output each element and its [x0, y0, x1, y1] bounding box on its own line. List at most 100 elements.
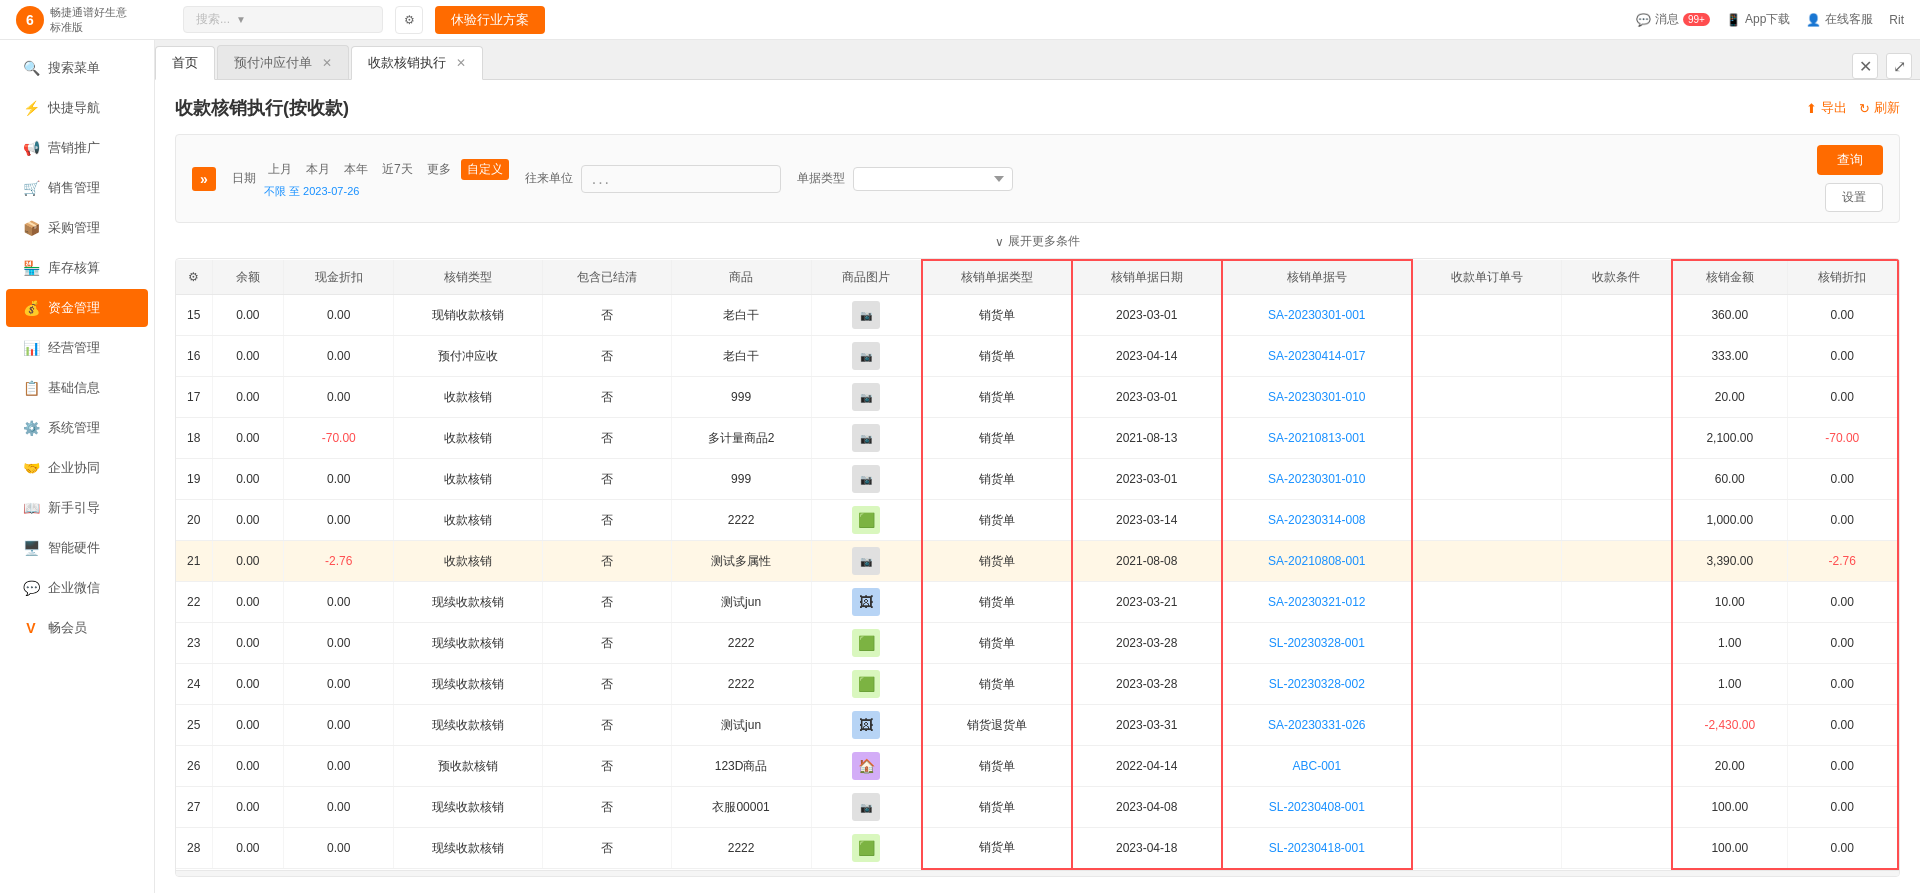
counterparty-input[interactable]: ... [581, 165, 781, 193]
sidebar-item-enterprise[interactable]: 🤝 企业协同 [6, 449, 148, 487]
sidebar-item-business[interactable]: 📊 经营管理 [6, 329, 148, 367]
tab-prepay[interactable]: 预付冲应付单 ✕ [217, 45, 349, 79]
bill-type-filter-group: 单据类型 [797, 167, 1013, 191]
setting-button[interactable]: 设置 [1825, 183, 1883, 212]
cell-cash-discount: 0.00 [284, 377, 394, 418]
top-bar: 6 畅捷通谱好生意 标准版 搜索... ▼ ⚙ 休验行业方案 💬 消息 99+ … [0, 0, 1920, 40]
table-row: 15 0.00 0.00 现销收款核销 否 老白干 📷 销货单 2023-03-… [176, 295, 1898, 336]
tab-close-all-btn[interactable]: ✕ [1852, 53, 1878, 79]
col-header-gear[interactable]: ⚙ [176, 260, 212, 295]
bill-type-select[interactable] [853, 167, 1013, 191]
cell-goods-img: 🖼 [811, 705, 922, 746]
online-service-btn[interactable]: 👤 在线客服 [1806, 11, 1873, 28]
page-content: 收款核销执行(按收款) ⬆ 导出 ↻ 刷新 » 日期 [155, 80, 1920, 893]
app-download-btn[interactable]: 📱 App下载 [1726, 11, 1790, 28]
cell-bill-date: 2023-04-14 [1072, 336, 1222, 377]
filter-expand-btn[interactable]: » [192, 167, 216, 191]
tab-home[interactable]: 首页 [155, 46, 215, 80]
tab-expand-btn[interactable]: ⤢ [1886, 53, 1912, 79]
sidebar-item-sales[interactable]: 🛒 销售管理 [6, 169, 148, 207]
sidebar-item-hardware[interactable]: 🖥️ 智能硬件 [6, 529, 148, 567]
cell-bill-report-type: 销货单 [922, 459, 1072, 500]
sidebar-item-member[interactable]: V 畅会员 [6, 609, 148, 647]
sidebar-item-search[interactable]: 🔍 搜索菜单 [6, 49, 148, 87]
cell-receipt-cond [1561, 705, 1672, 746]
cell-cash-discount: 0.00 [284, 828, 394, 869]
bill-no-link[interactable]: SA-20230414-017 [1268, 349, 1365, 363]
message-btn[interactable]: 💬 消息 99+ [1636, 11, 1710, 28]
settings-gear-btn[interactable]: ⚙ [395, 6, 423, 34]
cell-cancel-discount: 0.00 [1787, 664, 1898, 705]
cell-bill-date: 2023-03-01 [1072, 459, 1222, 500]
sidebar-item-inventory[interactable]: 🏪 库存核算 [6, 249, 148, 287]
more-btn[interactable]: 更多 [423, 159, 455, 180]
sidebar-item-label: 搜索菜单 [48, 59, 100, 77]
expand-more-conditions[interactable]: ∨ 展开更多条件 [175, 233, 1900, 250]
sidebar-item-purchase[interactable]: 📦 采购管理 [6, 209, 148, 247]
custom-date-btn[interactable]: 自定义 [461, 159, 509, 180]
cell-receipt-order [1412, 828, 1561, 869]
sidebar-item-basic[interactable]: 📋 基础信息 [6, 369, 148, 407]
bill-no-link[interactable]: SA-20230301-010 [1268, 472, 1365, 486]
bill-no-link[interactable]: SA-20230314-008 [1268, 513, 1365, 527]
this-month-btn[interactable]: 本月 [302, 159, 334, 180]
bill-no-link[interactable]: SA-20230301-010 [1268, 390, 1365, 404]
bill-no-link[interactable]: SA-20230301-001 [1268, 308, 1365, 322]
export-button[interactable]: ⬆ 导出 [1806, 99, 1847, 117]
table-row: 20 0.00 0.00 收款核销 否 2222 🟩 销货单 2023-03-1… [176, 500, 1898, 541]
cell-include-settled: 否 [542, 377, 671, 418]
bill-no-link[interactable]: SA-20230331-026 [1268, 718, 1365, 732]
business-icon: 📊 [22, 339, 40, 357]
cell-goods-img: 📷 [811, 377, 922, 418]
cell-bill-report-type: 销货单 [922, 787, 1072, 828]
basic-icon: 📋 [22, 379, 40, 397]
last7-btn[interactable]: 近7天 [378, 159, 417, 180]
cell-cash-discount: 0.00 [284, 295, 394, 336]
bill-no-link[interactable]: ABC-001 [1292, 759, 1341, 773]
table-row: 26 0.00 0.00 预收款核销 否 123D商品 🏠 销货单 2022-0… [176, 746, 1898, 787]
cell-cancel-type: 预付冲应收 [394, 336, 542, 377]
last-month-btn[interactable]: 上月 [264, 159, 296, 180]
date-options: 上月 本月 本年 近7天 更多 自定义 [264, 159, 509, 180]
bill-no-link[interactable]: SA-20230321-012 [1268, 595, 1365, 609]
cell-receipt-cond [1561, 746, 1672, 787]
cell-goods: 2222 [671, 664, 811, 705]
sidebar-item-guide[interactable]: 📖 新手引导 [6, 489, 148, 527]
cell-bill-date: 2023-03-01 [1072, 377, 1222, 418]
refresh-button[interactable]: ↻ 刷新 [1859, 99, 1900, 117]
sidebar-item-marketing[interactable]: 📢 营销推广 [6, 129, 148, 167]
query-button[interactable]: 查询 [1817, 145, 1883, 175]
cell-cancel-type: 现续收款核销 [394, 582, 542, 623]
sidebar-item-finance[interactable]: 💰 资金管理 [6, 289, 148, 327]
sidebar-item-quicknav[interactable]: ⚡ 快捷导航 [6, 89, 148, 127]
cell-bill-report-type: 销货单 [922, 295, 1072, 336]
bill-no-link[interactable]: SA-20210813-001 [1268, 431, 1365, 445]
cell-balance: 0.00 [212, 418, 284, 459]
industry-solution-button[interactable]: 休验行业方案 [435, 6, 545, 34]
bill-no-link[interactable]: SL-20230408-001 [1269, 800, 1365, 814]
cell-cash-discount: 0.00 [284, 459, 394, 500]
tab-prepay-close-icon[interactable]: ✕ [322, 56, 332, 70]
tab-receivable-close-icon[interactable]: ✕ [456, 56, 466, 70]
cell-seq: 26 [176, 746, 212, 787]
bill-no-link[interactable]: SA-20210808-001 [1268, 554, 1365, 568]
tab-receivable[interactable]: 收款核销执行 ✕ [351, 46, 483, 80]
cell-cash-discount: 0.00 [284, 705, 394, 746]
bill-no-link[interactable]: SL-20230328-001 [1269, 636, 1365, 650]
bill-no-link[interactable]: SL-20230418-001 [1269, 841, 1365, 855]
cell-bill-no: SA-20230301-010 [1222, 459, 1412, 500]
cell-bill-date: 2023-04-08 [1072, 787, 1222, 828]
top-search-box[interactable]: 搜索... ▼ [183, 6, 383, 33]
bill-no-link[interactable]: SL-20230328-002 [1269, 677, 1365, 691]
col-header-cancel-type: 核销类型 [394, 260, 542, 295]
date-filter-group: 日期 上月 本月 本年 近7天 更多 自定义 不限 至 2023-07-26 [232, 159, 509, 199]
sidebar-item-wechat[interactable]: 💬 企业微信 [6, 569, 148, 607]
sidebar-item-system[interactable]: ⚙️ 系统管理 [6, 409, 148, 447]
cell-cancel-discount: 0.00 [1787, 377, 1898, 418]
cell-cancel-amount: 1,000.00 [1672, 500, 1787, 541]
cell-bill-report-type: 销货单 [922, 418, 1072, 459]
cell-receipt-order [1412, 459, 1561, 500]
this-year-btn[interactable]: 本年 [340, 159, 372, 180]
cell-include-settled: 否 [542, 418, 671, 459]
cell-goods: 多计量商品2 [671, 418, 811, 459]
